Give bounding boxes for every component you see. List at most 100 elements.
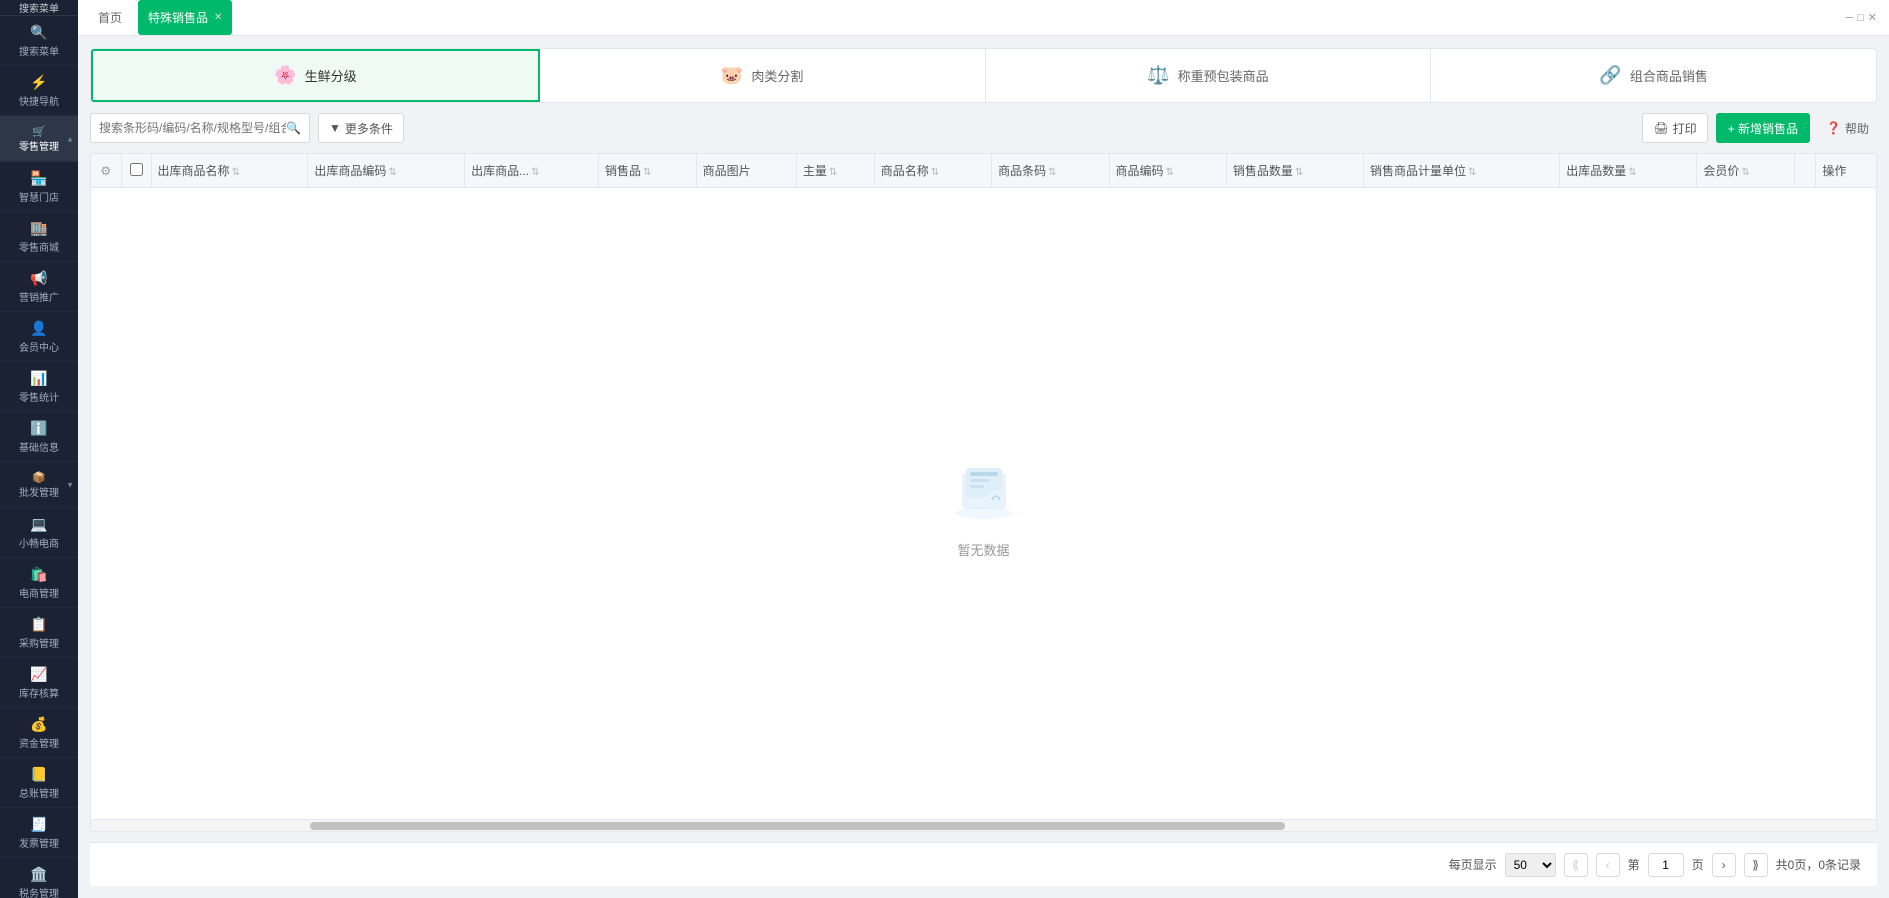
sort-icon[interactable]: ⇅	[1295, 167, 1303, 178]
col-checkbox[interactable]	[121, 154, 151, 188]
meat-icon: 🐷	[721, 65, 743, 86]
sort-icon[interactable]: ⇅	[388, 167, 396, 178]
sidebar-item-label: 基础信息	[19, 439, 59, 454]
page-size-select[interactable]: 50 10 20 100	[1505, 853, 1556, 877]
col-image-label: 商品图片	[703, 164, 751, 178]
col-outbound-name: 出库商品名称⇅	[151, 154, 308, 188]
print-button[interactable]: 🖨 打印	[1642, 113, 1707, 143]
col-sales-item: 销售品⇅	[598, 154, 696, 188]
sidebar-item-quicknav[interactable]: ⚡ 快捷导航	[0, 66, 78, 116]
sidebar-item-purchase[interactable]: 📋 采购管理	[0, 608, 78, 658]
col-sales-qty: 销售品数量⇅	[1226, 154, 1363, 188]
page-prev-button[interactable]: ‹	[1596, 853, 1620, 877]
help-icon: ❓	[1826, 121, 1841, 135]
tab-home[interactable]: 首页	[90, 0, 130, 35]
help-button[interactable]: ❓ 帮助	[1818, 113, 1877, 143]
search-input[interactable]	[99, 121, 286, 135]
sort-icon[interactable]: ⇅	[931, 167, 939, 178]
sidebar-item-wholesale[interactable]: 📦 批发管理 ▼	[0, 462, 78, 508]
sort-icon[interactable]: ⇅	[643, 167, 651, 178]
cat-tab-weigh[interactable]: ⚖️ 称重预包装商品	[986, 49, 1432, 102]
col-barcode: 商品条码⇅	[992, 154, 1109, 188]
sidebar-item-basic-info[interactable]: ℹ️ 基础信息	[0, 412, 78, 462]
sidebar-item-search[interactable]: 🔍 搜索菜单	[0, 16, 78, 66]
add-button[interactable]: + 新增销售品	[1716, 113, 1810, 143]
sidebar-item-member[interactable]: 👤 会员中心	[0, 312, 78, 362]
sidebar-item-ecommerce-mgmt[interactable]: 🛍️ 电商管理	[0, 558, 78, 608]
sidebar-item-label: 搜索菜单	[19, 43, 59, 58]
sidebar-item-smart-store[interactable]: 🏪 智慧门店	[0, 162, 78, 212]
sort-icon[interactable]: ⇅	[829, 167, 837, 178]
page-last-button[interactable]: ⟫	[1744, 853, 1768, 877]
smart-store-icon: 🏪	[30, 170, 47, 187]
col-gear[interactable]: ⚙	[91, 154, 121, 188]
sidebar-item-ledger[interactable]: 📒 总账管理	[0, 758, 78, 808]
wholesale-icon: 📦	[32, 471, 46, 484]
sort-icon[interactable]: ⇅	[232, 167, 240, 178]
sidebar-item-finance[interactable]: 💰 资金管理	[0, 708, 78, 758]
page-first-button[interactable]: ⟪	[1564, 853, 1588, 877]
ecommerce-mgmt-icon: 🛍️	[30, 566, 47, 583]
col-barcode-label: 商品条码	[998, 164, 1046, 178]
close-window-icon[interactable]: ✕	[1868, 11, 1877, 24]
page-label-after: 页	[1692, 856, 1704, 873]
horizontal-scrollbar[interactable]	[91, 819, 1876, 831]
col-outbound-more: 出库商品...⇅	[465, 154, 599, 188]
help-label: 帮助	[1845, 120, 1869, 137]
chevron-down-icon: ▼	[66, 480, 74, 489]
sidebar-item-retail-stats[interactable]: 📊 零售统计	[0, 362, 78, 412]
sidebar-item-retail-mall[interactable]: 🏬 零售商城	[0, 212, 78, 262]
maximize-icon[interactable]: □	[1857, 12, 1864, 24]
search-box[interactable]: 🔍	[90, 113, 310, 143]
sort-icon[interactable]: ⇅	[1048, 167, 1056, 178]
sidebar-item-inventory[interactable]: 📈 库存核算	[0, 658, 78, 708]
ledger-icon: 📒	[30, 766, 47, 783]
toolbar-left: 🔍 ▼ 更多条件	[90, 113, 404, 143]
sort-icon[interactable]: ⇅	[1468, 167, 1476, 178]
retail-stats-icon: 📊	[30, 370, 47, 387]
sidebar-item-label: 采购管理	[19, 635, 59, 650]
sort-icon[interactable]: ⇅	[1741, 167, 1749, 178]
page-label-before: 第	[1628, 856, 1640, 873]
select-all-checkbox[interactable]	[130, 163, 143, 176]
sidebar-item-label: 电商管理	[19, 585, 59, 600]
col-sales-unit-label: 销售商品计量单位	[1370, 164, 1466, 178]
sidebar-item-marketing[interactable]: 📢 营销推广	[0, 262, 78, 312]
topbar-controls: ─ □ ✕	[1845, 11, 1877, 24]
page-input[interactable]	[1648, 853, 1684, 877]
col-outbound-qty-label: 出库品数量	[1566, 164, 1626, 178]
sort-icon[interactable]: ⇅	[531, 167, 539, 178]
tab-special-sales[interactable]: 特殊销售品 ✕	[138, 0, 232, 35]
sidebar-item-label: 智慧门店	[19, 189, 59, 204]
filter-button[interactable]: ▼ 更多条件	[318, 113, 404, 143]
tab-close-icon[interactable]: ✕	[214, 12, 222, 23]
col-product-name: 商品名称⇅	[874, 154, 991, 188]
data-table: ⚙ 出库商品名称⇅ 出库商品编码⇅ 出库商品...⇅ 销售品⇅ 商品图片 主量⇅…	[91, 154, 1876, 188]
col-sales-qty-label: 销售品数量	[1233, 164, 1293, 178]
sidebar-item-label: 发票管理	[19, 835, 59, 850]
col-main-qty-label: 主量	[803, 164, 827, 178]
sort-icon[interactable]: ⇅	[1166, 167, 1174, 178]
sidebar-item-retail-mgmt[interactable]: 🛒 零售管理 ▲	[0, 116, 78, 162]
scrollbar-thumb[interactable]	[310, 822, 1285, 830]
col-member-price-label: 会员价	[1703, 164, 1739, 178]
weigh-icon: ⚖️	[1147, 65, 1169, 86]
total-text: 共0页，0条记录	[1776, 856, 1861, 873]
col-outbound-code: 出库商品编码⇅	[308, 154, 465, 188]
cat-tab-fresh[interactable]: 🌸 生鲜分级	[91, 49, 540, 102]
sidebar-item-invoice[interactable]: 🧾 发票管理	[0, 808, 78, 858]
sidebar-item-tax[interactable]: 🏛️ 税务管理	[0, 858, 78, 898]
cat-tab-combo[interactable]: 🔗 组合商品销售	[1431, 49, 1876, 102]
empty-state: 暂无数据	[91, 188, 1876, 819]
sidebar-item-ecommerce[interactable]: 💻 小畅电商	[0, 508, 78, 558]
cat-tab-weigh-label: 称重预包装商品	[1178, 66, 1269, 85]
cat-tab-meat[interactable]: 🐷 肉类分割	[540, 49, 986, 102]
minimize-icon[interactable]: ─	[1845, 12, 1853, 24]
category-tabs: 🌸 生鲜分级 🐷 肉类分割 ⚖️ 称重预包装商品 🔗 组合商品销售	[90, 48, 1877, 103]
sort-icon[interactable]: ⇅	[1628, 167, 1636, 178]
col-product-code: 商品编码⇅	[1109, 154, 1226, 188]
col-member-price: 会员价⇅	[1697, 154, 1795, 188]
page-next-button[interactable]: ›	[1712, 853, 1736, 877]
sidebar-item-label: 零售管理	[19, 138, 59, 153]
add-label: + 新增销售品	[1728, 120, 1798, 137]
